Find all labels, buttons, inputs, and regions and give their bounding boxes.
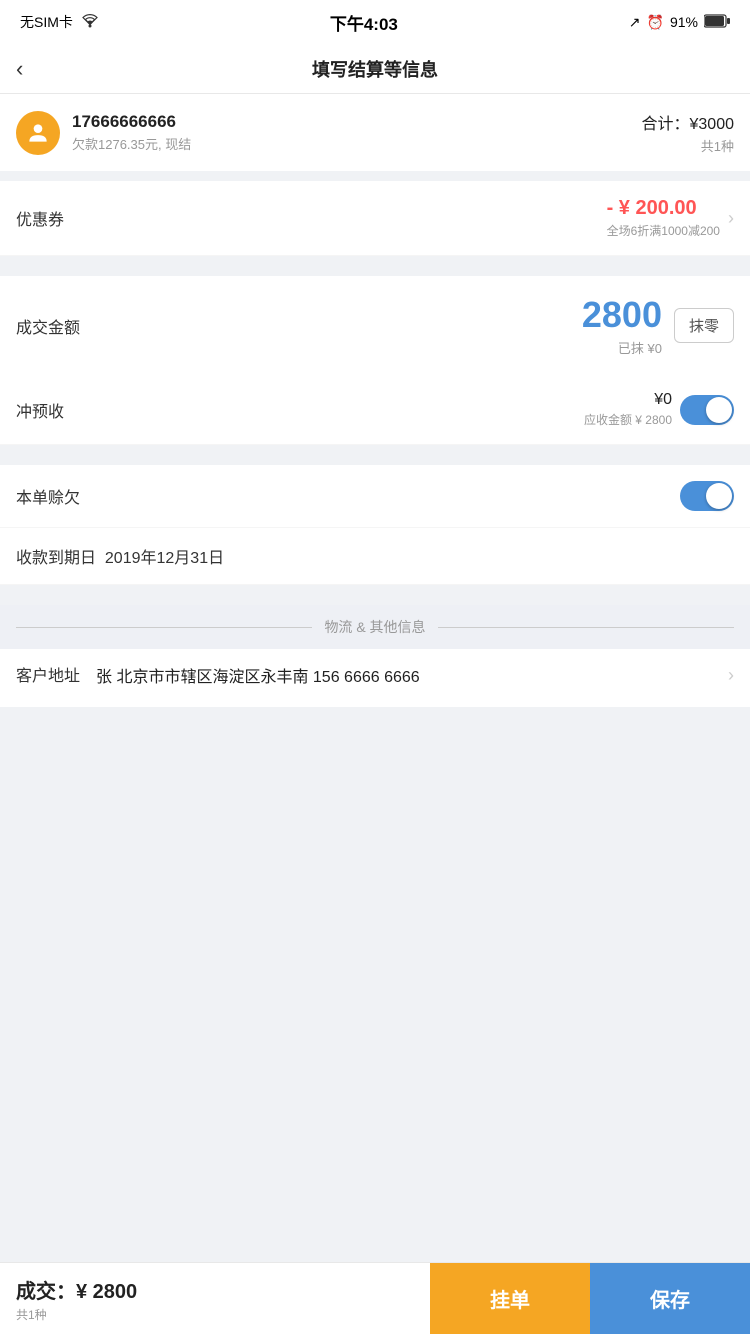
address-chevron: › <box>728 665 734 686</box>
bottom-bar: 成交：¥ 2800 共1种 挂单 保存 <box>0 1262 750 1334</box>
deal-amount-label: 成交金额 <box>16 314 80 338</box>
debt-card: 本单赊欠 收款到期日 2019年12月31日 <box>0 465 750 585</box>
address-value: 张 北京市市辖区海淀区永丰南 156 6666 6666 <box>96 665 728 691</box>
address-row[interactable]: 客户地址 张 北京市市辖区海淀区永丰南 156 6666 6666 › <box>0 649 750 707</box>
address-card: 客户地址 张 北京市市辖区海淀区永丰南 156 6666 6666 › <box>0 649 750 707</box>
due-date-row: 收款到期日 2019年12月31日 <box>0 528 750 585</box>
total-count: 共1种 <box>641 136 734 155</box>
status-right: ↗ ⏰ 91% <box>629 14 730 31</box>
avatar <box>16 111 60 155</box>
divider-line-left <box>16 627 312 628</box>
coupon-value: - ¥ 200.00 全场6折满1000减200 <box>607 197 720 239</box>
battery-icon <box>704 14 730 31</box>
debt-row: 本单赊欠 <box>0 465 750 528</box>
coupon-right: - ¥ 200.00 全场6折满1000减200 › <box>607 197 734 239</box>
customer-card: 17666666666 欠款1276.35元, 现结 合计：¥3000 共1种 <box>0 94 750 171</box>
total-amount: 合计：¥3000 <box>641 110 734 134</box>
deal-amount-row: 成交金额 2800 已抹 ¥0 抹零 <box>0 276 750 375</box>
section-sep-3 <box>0 595 750 605</box>
due-date-label: 收款到期日 2019年12月31日 <box>16 544 224 568</box>
customer-row: 17666666666 欠款1276.35元, 现结 合计：¥3000 共1种 <box>0 94 750 171</box>
page-title: 填写结算等信息 <box>312 56 438 82</box>
debt-toggle[interactable] <box>680 481 734 511</box>
coupon-chevron: › <box>728 208 734 229</box>
wifi-icon <box>81 14 99 31</box>
deal-amount-info: 2800 已抹 ¥0 <box>582 294 662 357</box>
customer-sub: 欠款1276.35元, 现结 <box>72 134 191 153</box>
status-left: 无SIM卡 <box>20 12 99 32</box>
customer-info: 17666666666 欠款1276.35元, 现结 <box>72 112 191 153</box>
alarm-icon: ⏰ <box>647 14 664 31</box>
deal-amount-card: 成交金额 2800 已抹 ¥0 抹零 冲预收 ¥0 应收金额 ¥ 2800 <box>0 276 750 445</box>
prepayment-sub: 应收金额 ¥ 2800 <box>584 411 672 428</box>
battery-level: 91% <box>670 14 698 30</box>
debt-right <box>680 481 734 511</box>
prepayment-label: 冲预收 <box>16 398 64 422</box>
hang-button[interactable]: 挂单 <box>430 1263 590 1334</box>
sim-status: 无SIM卡 <box>20 12 73 32</box>
section-sep-2 <box>0 455 750 465</box>
prepayment-toggle[interactable] <box>680 395 734 425</box>
coupon-card: 优惠券 - ¥ 200.00 全场6折满1000减200 › <box>0 181 750 256</box>
deal-sub: 已抹 ¥0 <box>582 338 662 357</box>
prepayment-value-group: ¥0 应收金额 ¥ 2800 <box>584 391 672 428</box>
bottom-summary-sub: 共1种 <box>16 1306 414 1323</box>
content: 17666666666 欠款1276.35元, 现结 合计：¥3000 共1种 … <box>0 94 750 917</box>
customer-phone: 17666666666 <box>72 112 191 132</box>
divider-line-right <box>438 627 734 628</box>
debt-toggle-knob <box>706 483 732 509</box>
address-label: 客户地址 <box>16 665 80 689</box>
back-button[interactable]: ‹ <box>16 56 23 82</box>
status-time: 下午4:03 <box>330 10 398 35</box>
section-sep-1 <box>0 266 750 276</box>
divider-text: 物流 & 其他信息 <box>324 617 425 637</box>
coupon-label: 优惠券 <box>16 206 64 230</box>
deal-amount-right: 2800 已抹 ¥0 抹零 <box>582 294 734 357</box>
debt-label: 本单赊欠 <box>16 484 80 508</box>
status-bar: 无SIM卡 下午4:03 ↗ ⏰ 91% <box>0 0 750 44</box>
toggle-knob <box>706 397 732 423</box>
bottom-summary-main: 成交：¥ 2800 <box>16 1275 414 1304</box>
round-zero-button[interactable]: 抹零 <box>674 308 734 343</box>
gray-area <box>0 717 750 837</box>
bottom-summary: 成交：¥ 2800 共1种 <box>0 1275 430 1323</box>
prepayment-right: ¥0 应收金额 ¥ 2800 <box>584 391 734 428</box>
section-divider: 物流 & 其他信息 <box>0 605 750 649</box>
save-button[interactable]: 保存 <box>590 1263 750 1334</box>
customer-left: 17666666666 欠款1276.35元, 现结 <box>16 111 191 155</box>
location-icon: ↗ <box>629 14 641 31</box>
nav-bar: ‹ 填写结算等信息 <box>0 44 750 94</box>
prepayment-row: 冲预收 ¥0 应收金额 ¥ 2800 <box>0 375 750 445</box>
coupon-row[interactable]: 优惠券 - ¥ 200.00 全场6折满1000减200 › <box>0 181 750 256</box>
customer-right: 合计：¥3000 共1种 <box>641 110 734 155</box>
